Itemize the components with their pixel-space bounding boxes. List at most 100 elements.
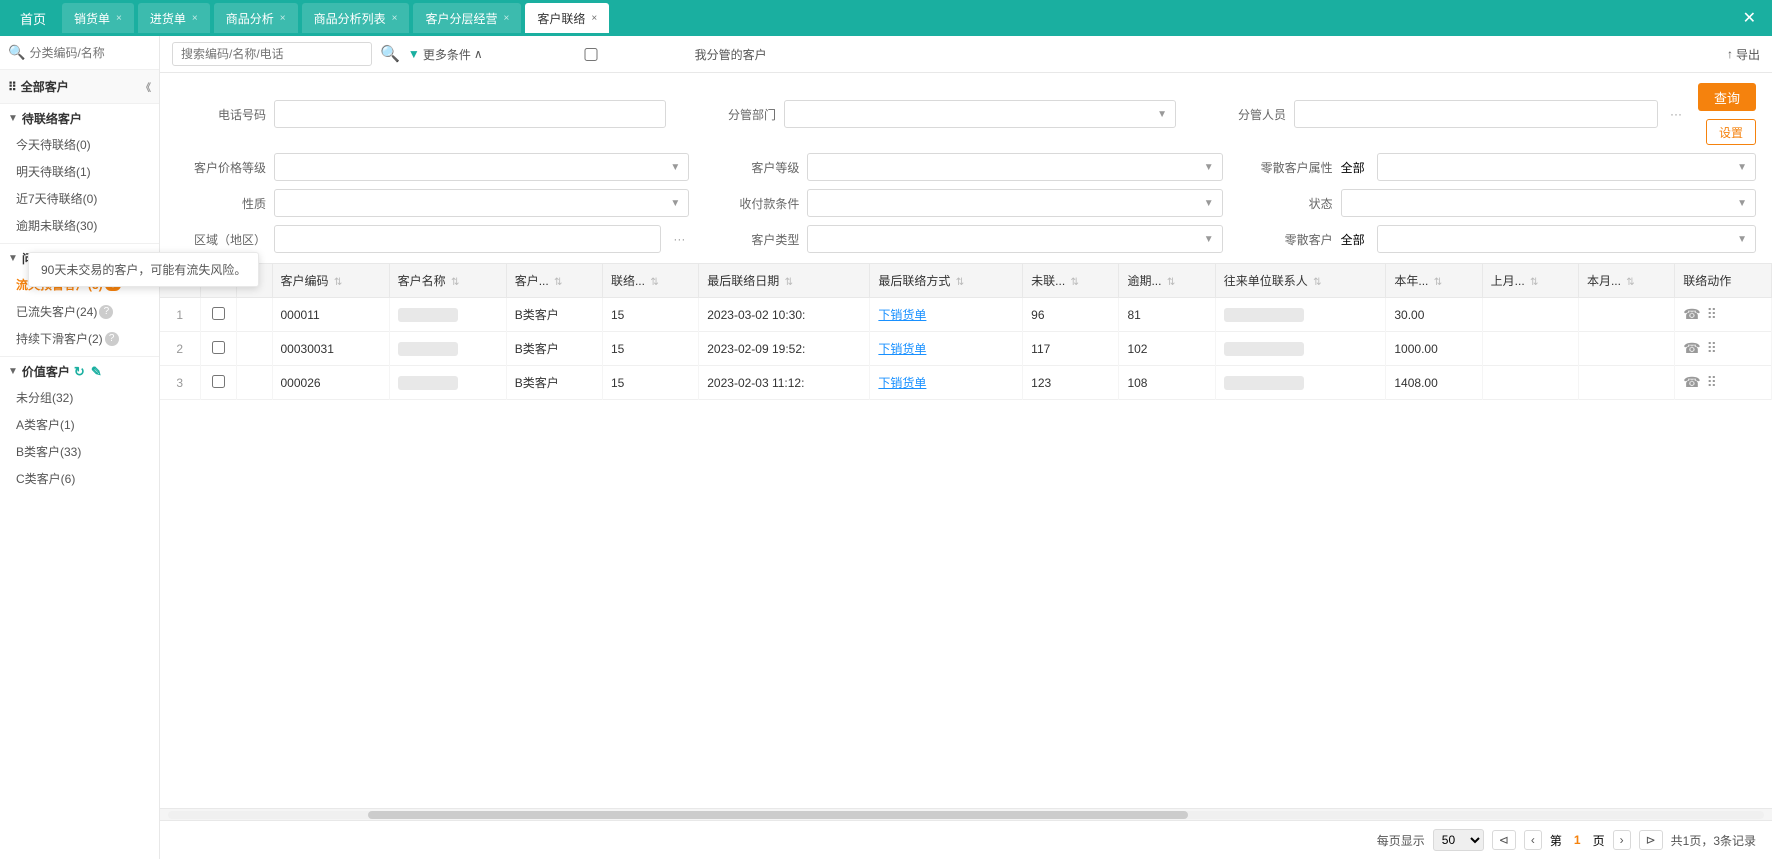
region-input[interactable] xyxy=(274,225,661,253)
row-last-method[interactable]: 下销货单 xyxy=(870,366,1023,400)
sidebar-item-churned[interactable]: 已流失客户(24) ? xyxy=(0,298,159,325)
last-method-link[interactable]: 下销货单 xyxy=(878,342,926,356)
row-action: ☎ ⠿ xyxy=(1675,298,1772,332)
chevron-down-icon: ▼ xyxy=(1737,198,1747,209)
chevron-down-icon: ▼ xyxy=(1204,198,1214,209)
value-section-header[interactable]: ▼ 价值客户 ↻ ✎ xyxy=(0,356,159,384)
sort-icon[interactable]: ⇅ xyxy=(1167,277,1175,288)
close-icon[interactable]: × xyxy=(116,13,122,24)
home-tab[interactable]: 首页 xyxy=(8,0,58,36)
info-icon[interactable]: ? xyxy=(105,332,119,346)
row-last-method[interactable]: 下销货单 xyxy=(870,332,1023,366)
pending-section-header[interactable]: ▼ 待联络客户 xyxy=(0,104,159,131)
tab-customer-segment[interactable]: 客户分层经营 × xyxy=(413,3,521,33)
sort-icon[interactable]: ⇅ xyxy=(785,277,793,288)
sort-icon[interactable]: ⇅ xyxy=(650,277,658,288)
manager-more-button[interactable]: ··· xyxy=(1666,107,1686,121)
search-input[interactable] xyxy=(172,42,372,66)
close-icon[interactable]: × xyxy=(503,13,509,24)
more-action-icon[interactable]: ⠿ xyxy=(1707,340,1717,357)
last-method-link[interactable]: 下销货单 xyxy=(878,376,926,390)
scrollbar-thumb[interactable] xyxy=(368,811,1188,819)
price-level-select[interactable]: ▼ xyxy=(274,153,689,181)
export-button[interactable]: ↑ 导出 xyxy=(1727,46,1760,63)
more-action-icon[interactable]: ⠿ xyxy=(1707,306,1717,323)
sidebar-item-ungroup[interactable]: 未分组(32) xyxy=(0,384,159,411)
row-checkbox-cell[interactable] xyxy=(200,366,236,400)
dept-select[interactable]: ▼ xyxy=(784,100,1176,128)
row-last-method[interactable]: 下销货单 xyxy=(870,298,1023,332)
collapse-icon: 《 xyxy=(141,79,151,94)
sidebar-item-week[interactable]: 近7天待联络(0) xyxy=(0,185,159,212)
row-checkbox[interactable] xyxy=(212,375,225,388)
window-close-button[interactable]: ✕ xyxy=(1735,8,1764,28)
info-icon[interactable]: ? xyxy=(99,305,113,319)
sidebar-item-c-class[interactable]: C类客户(6) xyxy=(0,465,159,492)
first-page-button[interactable]: ⊲ xyxy=(1492,830,1516,850)
page-unit: 页 xyxy=(1593,832,1605,849)
row-checkbox-cell[interactable] xyxy=(200,332,236,366)
last-page-button[interactable]: ⊳ xyxy=(1639,830,1663,850)
sidebar-item-a-class[interactable]: A类客户(1) xyxy=(0,411,159,438)
sidebar-search-input[interactable] xyxy=(29,46,160,60)
contact-action-icon[interactable]: ☎ xyxy=(1683,340,1700,357)
settings-button[interactable]: 设置 xyxy=(1706,119,1756,145)
more-conditions-button[interactable]: ▼ 更多条件 ∧ xyxy=(408,46,483,63)
tab-purchase[interactable]: 进货单 × xyxy=(138,3,210,33)
status-select[interactable]: ▼ xyxy=(1341,189,1756,217)
sort-icon[interactable]: ⇅ xyxy=(1313,277,1321,288)
last-method-link[interactable]: 下销货单 xyxy=(878,308,926,322)
sidebar-item-today[interactable]: 今天待联络(0) xyxy=(0,131,159,158)
phone-label: 电话号码 xyxy=(176,106,266,123)
close-icon[interactable]: × xyxy=(192,13,198,24)
tab-customer-connect[interactable]: 客户联络 × xyxy=(525,3,609,33)
sort-icon[interactable]: ⇅ xyxy=(1530,277,1538,288)
region-more-button[interactable]: ··· xyxy=(669,232,689,246)
sort-icon[interactable]: ⇅ xyxy=(1434,277,1442,288)
prev-page-button[interactable]: ‹ xyxy=(1524,830,1542,850)
sidebar-item-b-class[interactable]: B类客户(33) xyxy=(0,438,159,465)
sort-icon[interactable]: ⇅ xyxy=(1071,277,1079,288)
scatter-attr-select[interactable]: ▼ xyxy=(1377,153,1756,181)
row-checkbox[interactable] xyxy=(212,307,225,320)
sidebar-item-declining[interactable]: 持续下滑客户(2) ? xyxy=(0,325,159,352)
sort-icon[interactable]: ⇅ xyxy=(956,277,964,288)
contact-action-icon[interactable]: ☎ xyxy=(1683,374,1700,391)
tab-sales[interactable]: 销货单 × xyxy=(62,3,134,33)
per-page-select[interactable]: 50 100 200 xyxy=(1433,829,1484,851)
close-icon[interactable]: × xyxy=(392,13,398,24)
next-page-button[interactable]: › xyxy=(1613,830,1631,850)
contact-action-icon[interactable]: ☎ xyxy=(1683,306,1700,323)
search-button[interactable]: 🔍 xyxy=(380,44,400,64)
row-checkbox[interactable] xyxy=(212,341,225,354)
sidebar-item-tomorrow[interactable]: 明天待联络(1) xyxy=(0,158,159,185)
row-last-month xyxy=(1482,332,1578,366)
refresh-icon[interactable]: ↻ xyxy=(74,364,85,380)
payment-select[interactable]: ▼ xyxy=(807,189,1222,217)
all-customers-header[interactable]: ⠿ 全部客户 《 xyxy=(0,70,159,104)
col-overdue: 逾期... ⇅ xyxy=(1119,264,1215,298)
horizontal-scrollbar[interactable] xyxy=(160,808,1772,820)
row-checkbox-cell[interactable] xyxy=(200,298,236,332)
tab-analysis[interactable]: 商品分析 × xyxy=(214,3,298,33)
my-customers-checkbox[interactable] xyxy=(491,48,691,61)
customer-level-select[interactable]: ▼ xyxy=(807,153,1222,181)
close-icon[interactable]: × xyxy=(591,13,597,24)
phone-input[interactable] xyxy=(274,100,666,128)
query-button[interactable]: 查询 xyxy=(1698,83,1756,111)
sort-icon[interactable]: ⇅ xyxy=(451,277,459,288)
price-level-field: 客户价格等级 ▼ xyxy=(176,153,689,181)
edit-icon[interactable]: ✎ xyxy=(91,364,102,380)
tab-analysis-list[interactable]: 商品分析列表 × xyxy=(302,3,410,33)
sort-icon[interactable]: ⇅ xyxy=(554,277,562,288)
scatter-customer-select[interactable]: ▼ xyxy=(1377,225,1756,253)
col-last-date: 最后联络日期 ⇅ xyxy=(699,264,870,298)
more-action-icon[interactable]: ⠿ xyxy=(1707,374,1717,391)
customer-type-select[interactable]: ▼ xyxy=(807,225,1222,253)
sort-icon[interactable]: ⇅ xyxy=(1626,277,1634,288)
close-icon[interactable]: × xyxy=(280,13,286,24)
sort-icon[interactable]: ⇅ xyxy=(334,277,342,288)
manager-select[interactable] xyxy=(1294,100,1658,128)
nature-select[interactable]: ▼ xyxy=(274,189,689,217)
sidebar-item-overdue[interactable]: 逾期未联络(30) xyxy=(0,212,159,239)
